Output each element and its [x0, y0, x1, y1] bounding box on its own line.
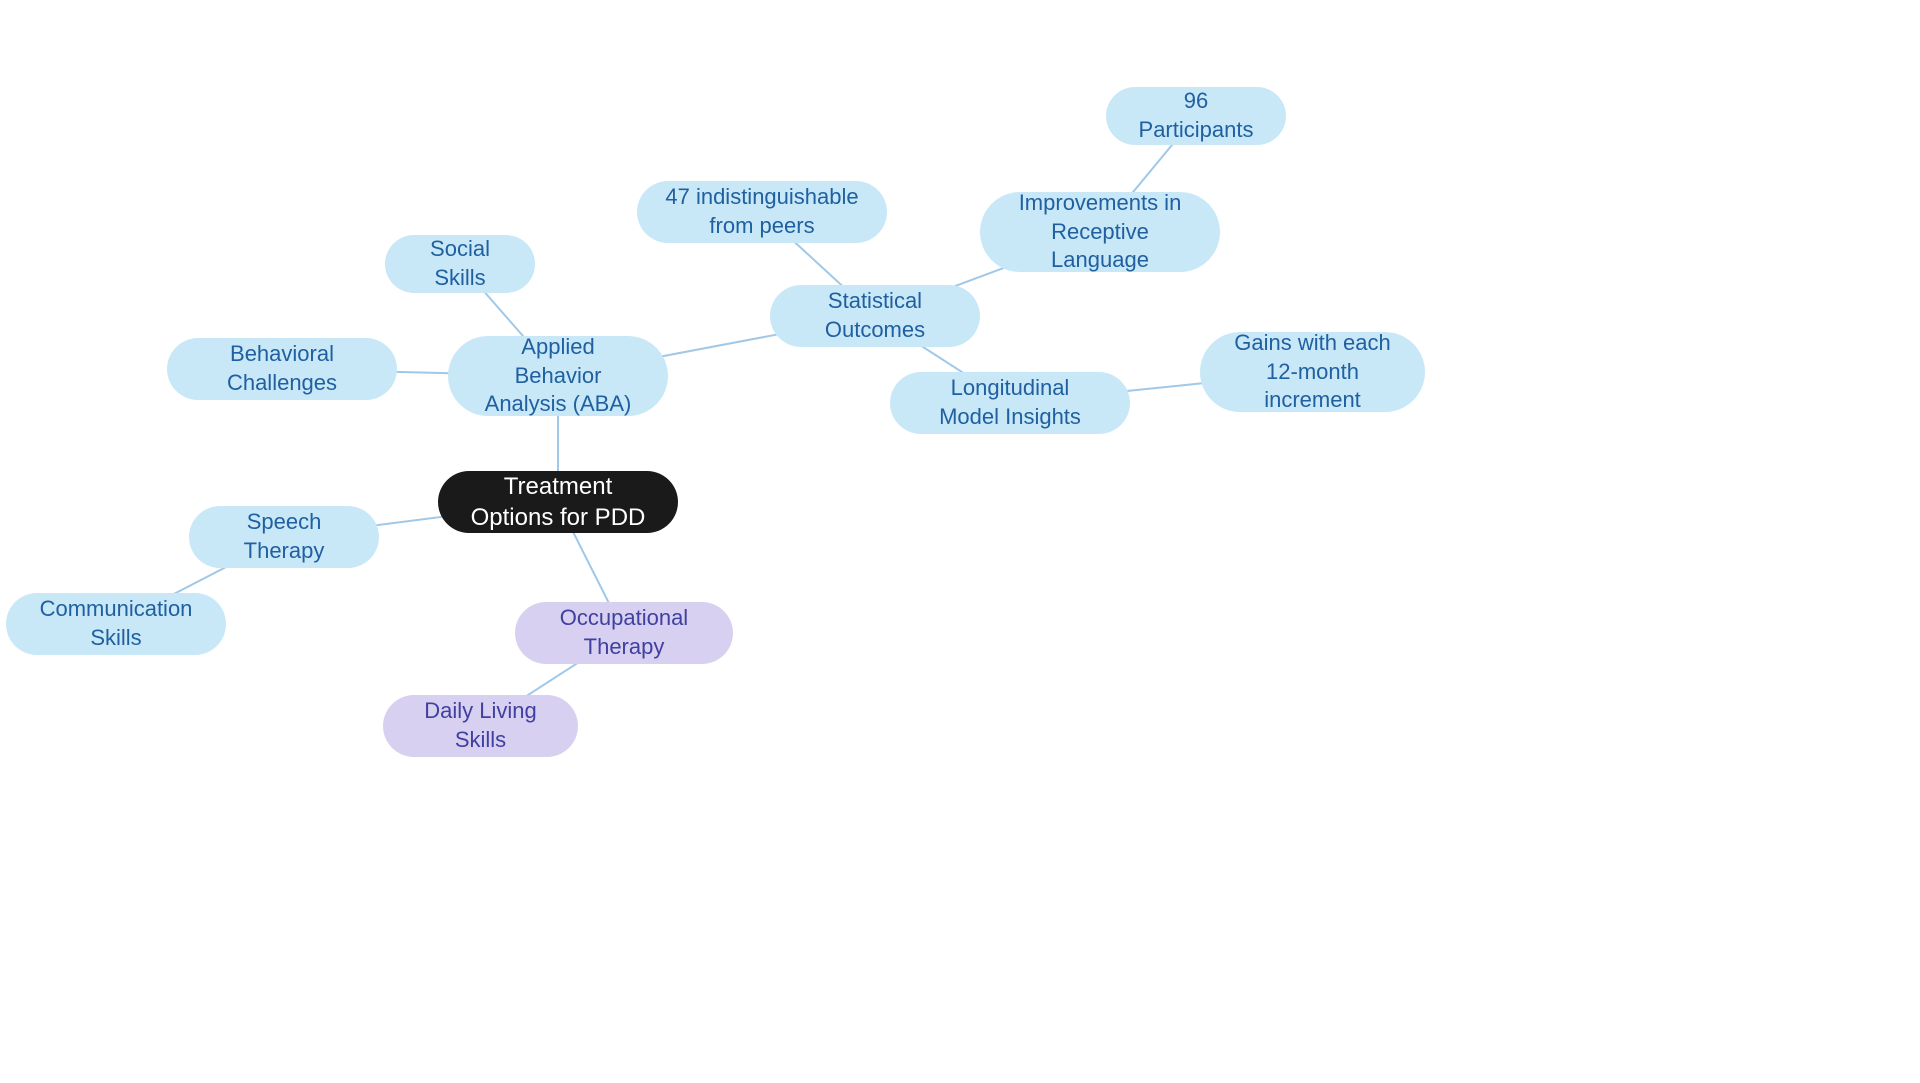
- aba-node[interactable]: Applied Behavior Analysis (ABA): [448, 336, 668, 416]
- statistical-outcomes-node[interactable]: Statistical Outcomes: [770, 285, 980, 347]
- improvements-node[interactable]: Improvements in Receptive Language: [980, 192, 1220, 272]
- behavioral-challenges-label: Behavioral Challenges: [195, 340, 369, 397]
- daily-living-label: Daily Living Skills: [411, 697, 550, 754]
- behavioral-challenges-node[interactable]: Behavioral Challenges: [167, 338, 397, 400]
- center-label: Treatment Options for PDD: [466, 471, 650, 533]
- participants-node[interactable]: 96 Participants: [1106, 87, 1286, 145]
- participants-label: 96 Participants: [1134, 87, 1258, 144]
- aba-label: Applied Behavior Analysis (ABA): [476, 333, 640, 419]
- gains-label: Gains with each 12-month increment: [1228, 329, 1397, 415]
- speech-therapy-label: Speech Therapy: [217, 508, 351, 565]
- communication-skills-node[interactable]: Communication Skills: [6, 593, 226, 655]
- statistical-outcomes-label: Statistical Outcomes: [798, 287, 952, 344]
- longitudinal-label: Longitudinal Model Insights: [918, 374, 1102, 431]
- social-skills-label: Social Skills: [413, 235, 507, 292]
- indistinguishable-label: 47 indistinguishable from peers: [665, 183, 859, 240]
- daily-living-node[interactable]: Daily Living Skills: [383, 695, 578, 757]
- occupational-therapy-label: Occupational Therapy: [543, 604, 705, 661]
- speech-therapy-node[interactable]: Speech Therapy: [189, 506, 379, 568]
- occupational-therapy-node[interactable]: Occupational Therapy: [515, 602, 733, 664]
- communication-skills-label: Communication Skills: [34, 595, 198, 652]
- center-node[interactable]: Treatment Options for PDD: [438, 471, 678, 533]
- social-skills-node[interactable]: Social Skills: [385, 235, 535, 293]
- gains-node[interactable]: Gains with each 12-month increment: [1200, 332, 1425, 412]
- improvements-label: Improvements in Receptive Language: [1008, 189, 1192, 275]
- indistinguishable-node[interactable]: 47 indistinguishable from peers: [637, 181, 887, 243]
- longitudinal-node[interactable]: Longitudinal Model Insights: [890, 372, 1130, 434]
